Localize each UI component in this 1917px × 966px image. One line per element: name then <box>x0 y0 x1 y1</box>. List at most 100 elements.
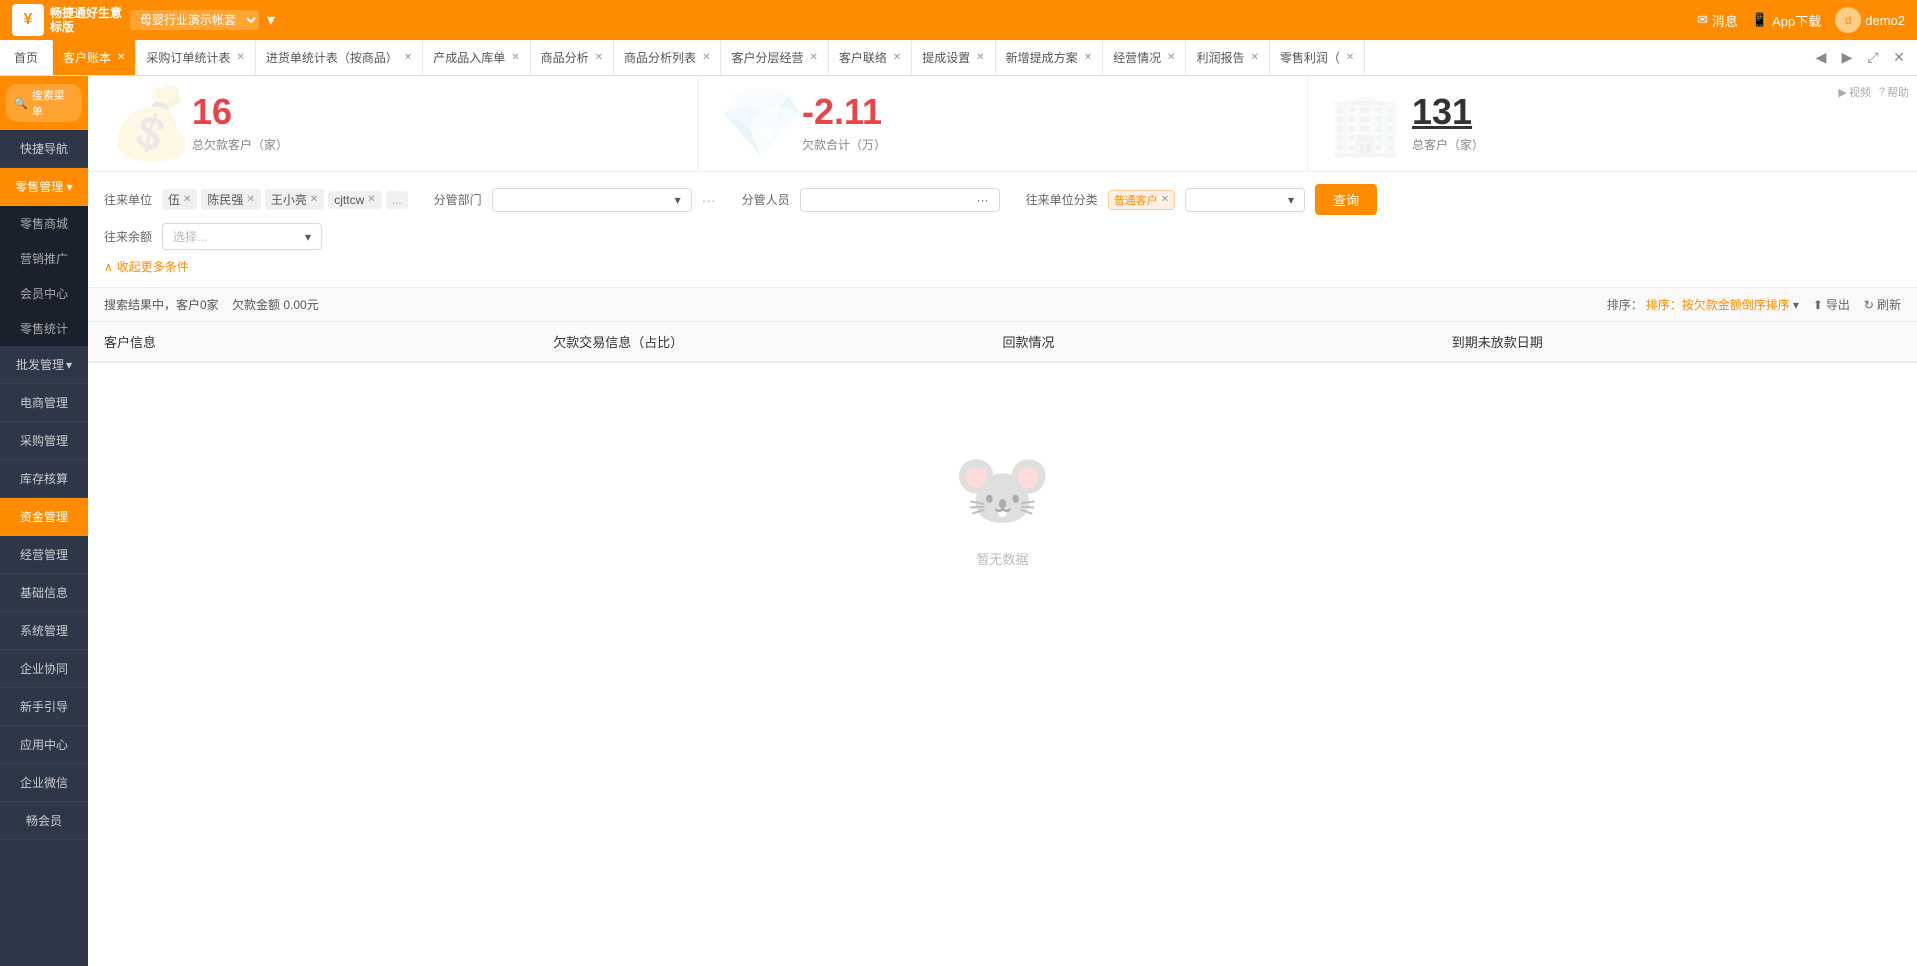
filter-person-select[interactable]: ··· <box>800 188 1000 212</box>
stat-icon-customers: 🏢 <box>1328 88 1403 159</box>
remove-tag-wang[interactable]: ✕ <box>310 194 318 205</box>
filter-dept-label: 分管部门 <box>434 191 482 208</box>
tab-close-customer-connect[interactable]: ✕ <box>893 52 901 63</box>
tab-close-customer-capital[interactable]: ✕ <box>117 52 125 63</box>
tab-close-product-analysis-list[interactable]: ✕ <box>702 52 710 63</box>
tab-home[interactable]: 首页 <box>0 40 53 75</box>
tab-new-boost-plan[interactable]: 新增提成方案 ✕ <box>996 40 1103 75</box>
sidebar-item-wholesale[interactable]: 批发管理▾ <box>0 346 88 384</box>
filter-row-1: 往来单位 伍 ✕ 陈民强 ✕ 王小亮 ✕ cjttcw <box>104 184 1901 215</box>
topbar-left: ¥ 畅捷通好生意 标版 母婴行业演示帐套 ▾ <box>12 4 275 36</box>
export-btn[interactable]: ⬆ 导出 <box>1813 296 1850 313</box>
collapse-btn[interactable]: ∧ 收起更多条件 <box>104 258 1901 275</box>
sidebar-item-guide[interactable]: 新手引导 <box>0 688 88 726</box>
refresh-btn[interactable]: ↻ 刷新 <box>1864 296 1901 313</box>
tab-scroll-right[interactable]: ▶ <box>1835 46 1859 70</box>
app-download-btn[interactable]: 📱 App下载 <box>1752 11 1821 30</box>
topbar-right: ✉ 消息 📱 App下载 d demo2 <box>1697 7 1905 33</box>
tab-stock-stat[interactable]: 进货单统计表（按商品） ✕ <box>256 40 423 75</box>
sidebar-item-purchase[interactable]: 采购管理 <box>0 422 88 460</box>
stat-icon-debtors: 💰 <box>108 83 195 165</box>
sidebar-retail-submenu: 零售商城 营销推广 会员中心 零售统计 <box>0 206 88 346</box>
sidebar-item-retail-mall[interactable]: 零售商城 <box>0 206 88 241</box>
tab-product-analysis-list[interactable]: 商品分析列表 ✕ <box>614 40 721 75</box>
sidebar-item-retail[interactable]: 零售管理 ▾ <box>0 168 88 206</box>
stat-help-area: ▶ 视频 ? 帮助 <box>1838 84 1909 100</box>
tab-close-boost-settings[interactable]: ✕ <box>976 52 984 63</box>
sidebar-item-app-center[interactable]: 应用中心 <box>0 726 88 764</box>
tab-actions: ◀ ▶ ⤢ ✕ <box>1803 40 1917 75</box>
tab-scroll-left[interactable]: ◀ <box>1809 46 1833 70</box>
tab-close-stock-stat[interactable]: ✕ <box>404 52 412 63</box>
tab-customer-capital[interactable]: 客户账本 ✕ <box>53 40 136 75</box>
sidebar-item-enterprise-coop[interactable]: 企业协同 <box>0 650 88 688</box>
video-btn[interactable]: ▶ 视频 <box>1838 84 1870 100</box>
sidebar-item-enterprise-wechat[interactable]: 企业微信 <box>0 764 88 802</box>
remove-tag-wu[interactable]: ✕ <box>183 194 191 205</box>
tab-profit-report[interactable]: 利润报告 ✕ <box>1186 40 1269 75</box>
tab-expand-icon[interactable]: ⤢ <box>1861 46 1885 70</box>
filter-balance-label: 往来余额 <box>104 228 152 245</box>
tab-close-purchase-order-stat[interactable]: ✕ <box>236 52 244 63</box>
stat-label-debt-amount: 欠款合计（万） <box>802 136 1283 153</box>
sidebar-search-box[interactable]: 🔍 搜索菜单 <box>6 84 82 122</box>
sidebar-item-finance[interactable]: 资金管理 <box>0 498 88 536</box>
tab-purchase-order-stat[interactable]: 采购订单统计表 ✕ <box>136 40 255 75</box>
account-dropdown-icon[interactable]: ▾ <box>267 10 275 30</box>
sidebar-item-ecommerce[interactable]: 电商管理 <box>0 384 88 422</box>
tab-close-product-analysis[interactable]: ✕ <box>595 52 603 63</box>
filter-unit-category-select[interactable]: ▾ <box>1185 188 1305 212</box>
filter-unit-tags: 伍 ✕ 陈民强 ✕ 王小亮 ✕ cjttcw ✕ ... <box>162 189 408 210</box>
filter-unit-label: 往来单位 <box>104 191 152 208</box>
tab-boost-settings[interactable]: 提成设置 ✕ <box>912 40 995 75</box>
stats-banner: 💰 16 总欠款客户（家） 💎 -2.11 欠款合计（万） ▶ <box>88 76 1917 172</box>
user-avatar-btn[interactable]: d demo2 <box>1835 7 1905 33</box>
remove-tag-chen[interactable]: ✕ <box>246 194 254 205</box>
sidebar-item-system[interactable]: 系统管理 <box>0 612 88 650</box>
filter-balance-select[interactable]: 选择... ▾ <box>162 223 322 250</box>
table-header: 客户信息 欠款交易信息（占比） 回款情况 到期未放款日期 <box>88 322 1917 363</box>
avatar: d <box>1835 7 1861 33</box>
sidebar-item-basic-info[interactable]: 基础信息 <box>0 574 88 612</box>
sidebar-item-retail-stat[interactable]: 零售统计 <box>0 311 88 346</box>
sidebar-item-operations[interactable]: 经营管理 <box>0 536 88 574</box>
chevron-down-icon-wholesale: ▾ <box>66 358 72 372</box>
filters-area: 往来单位 伍 ✕ 陈民强 ✕ 王小亮 ✕ cjttcw <box>88 172 1917 288</box>
stat-total-debt-amount: 💎 -2.11 欠款合计（万） <box>698 76 1308 171</box>
tab-close-new-boost-plan[interactable]: ✕ <box>1084 52 1092 63</box>
sidebar-item-quick-nav[interactable]: 快捷导航 <box>0 130 88 168</box>
sort-select[interactable]: 排序： 排序：按欠款金额倒序排序 ▾ <box>1607 296 1799 313</box>
demo-account-select[interactable]: 母婴行业演示帐套 <box>130 10 259 30</box>
sidebar-item-marketing[interactable]: 营销推广 <box>0 241 88 276</box>
sidebar-item-members[interactable]: 会员中心 <box>0 276 88 311</box>
help-btn[interactable]: ? 帮助 <box>1879 84 1909 100</box>
result-bar-right: 排序： 排序：按欠款金额倒序排序 ▾ ⬆ 导出 ↻ 刷新 <box>1607 296 1901 313</box>
dept-search-icon[interactable]: ··· <box>702 192 716 208</box>
filter-unit-category-tags: 普通客户 ✕ <box>1108 190 1175 210</box>
query-button[interactable]: 查询 <box>1315 184 1377 215</box>
tab-customer-tier[interactable]: 客户分层经营 ✕ <box>721 40 828 75</box>
help-icon: ? <box>1879 86 1885 98</box>
sidebar-item-inventory[interactable]: 库存核算 <box>0 460 88 498</box>
tab-operation-status[interactable]: 经营情况 ✕ <box>1103 40 1186 75</box>
tab-close-product-stock-in[interactable]: ✕ <box>511 52 519 63</box>
message-btn[interactable]: ✉ 消息 <box>1697 11 1738 30</box>
tab-product-analysis[interactable]: 商品分析 ✕ <box>531 40 614 75</box>
tab-close-profit-report[interactable]: ✕ <box>1251 52 1259 63</box>
filter-tag-more[interactable]: ... <box>386 191 408 209</box>
content-area: 💰 16 总欠款客户（家） 💎 -2.11 欠款合计（万） ▶ <box>88 76 1917 966</box>
tab-close-customer-tier[interactable]: ✕ <box>809 52 817 63</box>
tab-product-stock-in[interactable]: 产成品入库单 ✕ <box>423 40 530 75</box>
search-icon: 🔍 <box>14 97 28 110</box>
tab-close-retail-profit[interactable]: ✕ <box>1346 52 1354 63</box>
sidebar-item-premium-member[interactable]: 畅会员 <box>0 802 88 840</box>
filter-dept-select[interactable]: ▾ <box>492 188 692 212</box>
tab-retail-profit[interactable]: 零售利润（ ✕ <box>1270 40 1365 75</box>
stat-icon-debt-amount: 💎 <box>718 83 805 165</box>
remove-tag-cjttcw[interactable]: ✕ <box>367 194 375 205</box>
tab-close-operation-status[interactable]: ✕ <box>1167 52 1175 63</box>
remove-tag-normal-customer[interactable]: ✕ <box>1161 194 1169 205</box>
tab-customer-connect[interactable]: 客户联络 ✕ <box>829 40 912 75</box>
tab-close-all-icon[interactable]: ✕ <box>1887 46 1911 70</box>
empty-state: 🐭 暂无数据 <box>88 363 1917 648</box>
